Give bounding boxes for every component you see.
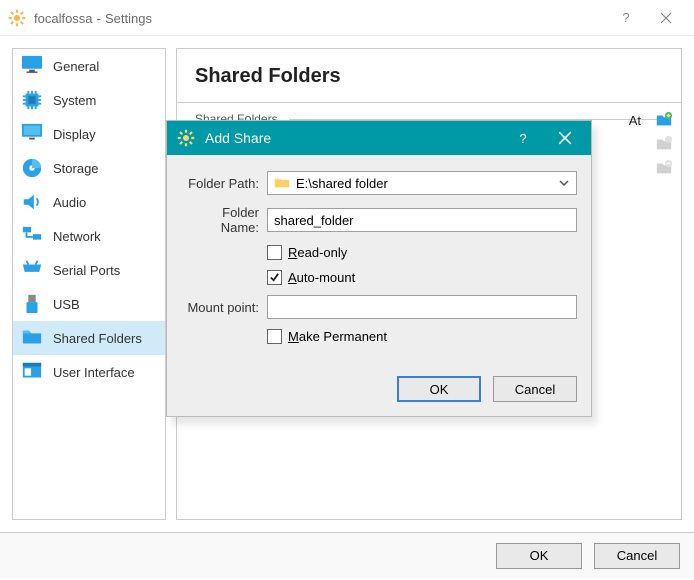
sidebar-item-label: Audio [53,195,86,210]
titlebar: focalfossa - Settings ? [0,0,694,36]
cog-icon [177,129,195,147]
disk-icon [21,157,43,179]
sidebar-item-network[interactable]: Network [13,219,165,253]
sidebar-item-storage[interactable]: Storage [13,151,165,185]
sidebar-item-shared-folders[interactable]: Shared Folders [13,321,165,355]
folder-name-input-wrapper [267,208,577,232]
permanent-checkbox[interactable] [267,329,282,344]
sidebar-item-serial-ports[interactable]: Serial Ports [13,253,165,287]
bottombar: OK Cancel [0,532,694,578]
titlebar-text: focalfossa - Settings [34,10,606,26]
dialog-ok-button[interactable]: OK [397,376,481,402]
remove-share-button[interactable] [655,159,673,177]
edit-share-button[interactable] [655,135,673,153]
sidebar-item-label: Shared Folders [53,331,142,346]
speaker-icon [21,191,43,213]
chip-icon [21,89,43,111]
readonly-checkbox[interactable] [267,245,282,260]
dialog-title: Add Share [205,130,497,146]
permanent-checkbox-row[interactable]: Make Permanent [267,329,577,344]
automount-label: Auto-mount [288,270,355,285]
sidebar-item-system[interactable]: System [13,83,165,117]
close-button[interactable] [646,0,686,36]
dialog-cancel-button[interactable]: Cancel [493,376,577,402]
sidebar-item-label: Storage [53,161,99,176]
sidebar-item-label: System [53,93,96,108]
sidebar-item-label: USB [53,297,80,312]
display-icon [21,123,43,145]
sidebar-item-user-interface[interactable]: User Interface [13,355,165,389]
folder-path-dropdown[interactable] [267,171,577,195]
folder-name-input[interactable] [274,213,570,228]
mountpoint-input-wrapper [267,295,577,319]
add-share-button[interactable] [655,111,673,129]
serial-port-icon [21,259,43,281]
sidebar-item-label: User Interface [53,365,135,380]
mountpoint-label: Mount point: [181,300,267,315]
dialog-titlebar: Add Share ? [167,121,591,155]
readonly-label: Read-only [288,245,347,260]
automount-checkbox[interactable] [267,270,282,285]
automount-checkbox-row[interactable]: Auto-mount [267,270,577,285]
sidebar-item-general[interactable]: General [13,49,165,83]
window-icon [21,361,43,383]
cog-icon [8,9,26,27]
sidebar-item-display[interactable]: Display [13,117,165,151]
sidebar-item-audio[interactable]: Audio [13,185,165,219]
sidebar-item-label: Serial Ports [53,263,120,278]
table-column-header: At [629,113,641,128]
permanent-label: Make Permanent [288,329,387,344]
monitor-icon [21,55,43,77]
right-toolbar [655,111,673,177]
sidebar-item-label: General [53,59,99,74]
sidebar: General System Display Storage Audio [12,48,166,520]
sidebar-item-label: Display [53,127,96,142]
close-icon[interactable] [549,131,581,145]
folder-path-value[interactable] [296,176,552,191]
usb-icon [21,293,43,315]
chevron-down-icon [558,177,570,189]
ok-button[interactable]: OK [496,543,582,569]
folder-name-label: Folder Name: [181,205,267,235]
page-title: Shared Folders [177,49,681,103]
cancel-button[interactable]: Cancel [594,543,680,569]
readonly-checkbox-row[interactable]: Read-only [267,245,577,260]
network-icon [21,225,43,247]
dialog-body: Folder Path: Folder Name: Read-only [167,155,591,366]
sidebar-item-usb[interactable]: USB [13,287,165,321]
folder-icon [21,327,43,349]
add-share-dialog: Add Share ? Folder Path: Folder Name: [166,120,592,417]
mountpoint-input[interactable] [274,300,570,315]
folder-icon [274,176,290,190]
sidebar-item-label: Network [53,229,101,244]
dialog-buttons: OK Cancel [167,366,591,416]
folder-path-label: Folder Path: [181,176,267,191]
help-button[interactable]: ? [606,0,646,36]
help-button[interactable]: ? [507,131,539,146]
